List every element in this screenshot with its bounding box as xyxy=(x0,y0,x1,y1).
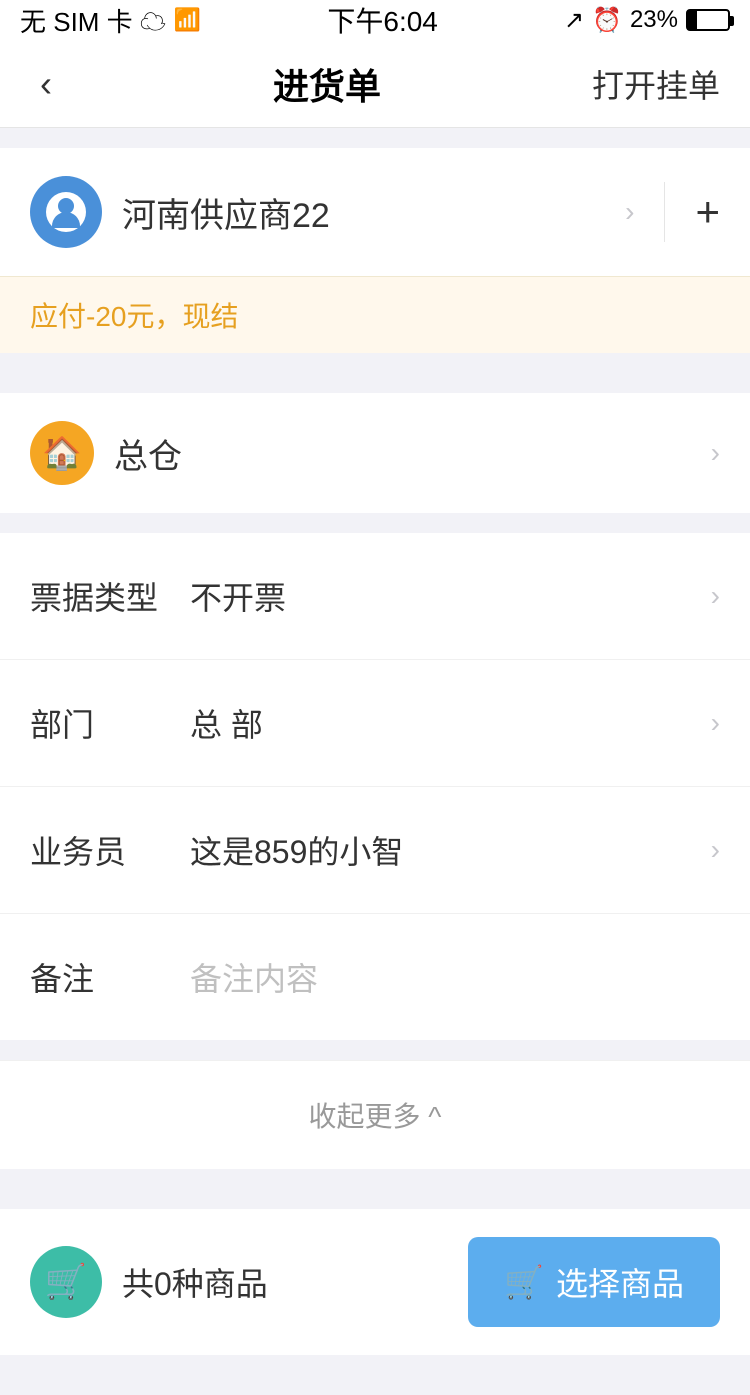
notice-bar: 应付-20元，现结 xyxy=(0,276,750,353)
section-gap-3 xyxy=(0,1169,750,1189)
supplier-section: 河南供应商22 › + 应付-20元，现结 xyxy=(0,148,750,353)
collapse-label: 收起更多 ^ xyxy=(309,1101,442,1132)
invoice-chevron-icon: › xyxy=(711,580,720,612)
warehouse-icon: 🏠 xyxy=(30,421,94,485)
supplier-name: 河南供应商22 xyxy=(122,188,625,237)
warehouse-chevron-icon: › xyxy=(711,437,720,469)
dept-row[interactable]: 部门 总 部 › xyxy=(0,660,750,787)
sim-label: 无 SIM 卡 ☁ xyxy=(20,2,166,39)
sales-chevron-icon: › xyxy=(711,834,720,866)
invoice-value: 不开票 xyxy=(190,573,711,619)
dept-value: 总 部 xyxy=(190,700,711,746)
remark-value[interactable]: 备注内容 xyxy=(190,954,720,1000)
status-time: 下午6:04 xyxy=(327,0,438,40)
bottom-bar: 🛒 共0种商品 🛒 选择商品 xyxy=(0,1209,750,1355)
supplier-row[interactable]: 河南供应商22 › + xyxy=(0,148,750,276)
form-section: 票据类型 不开票 › 部门 总 部 › 业务员 这是859的小智 › 备注 备注… xyxy=(0,533,750,1040)
dept-chevron-icon: › xyxy=(711,707,720,739)
battery-icon xyxy=(686,9,730,31)
nav-bar: ‹ 进货单 打开挂单 xyxy=(0,40,750,128)
house-icon: 🏠 xyxy=(42,434,82,472)
sales-label: 业务员 xyxy=(30,827,170,873)
status-left: 无 SIM 卡 ☁ 📶 xyxy=(20,2,201,39)
notice-text: 应付-20元，现结 xyxy=(30,301,238,332)
invoice-label: 票据类型 xyxy=(30,573,170,619)
select-btn-icon: 🛒 xyxy=(504,1263,544,1301)
supplier-divider xyxy=(664,182,665,242)
warehouse-name: 总仓 xyxy=(114,429,711,478)
add-supplier-button[interactable]: + xyxy=(695,188,720,236)
sales-value: 这是859的小智 xyxy=(190,827,711,873)
alarm-icon: ⏰ xyxy=(592,6,622,35)
warehouse-row[interactable]: 🏠 总仓 › xyxy=(0,393,750,513)
salesperson-row[interactable]: 业务员 这是859的小智 › xyxy=(0,787,750,914)
page-title: 进货单 xyxy=(273,58,381,110)
select-btn-label: 选择商品 xyxy=(556,1259,684,1305)
battery-label: 23% xyxy=(630,6,678,34)
avatar-icon xyxy=(46,192,86,232)
status-bar: 无 SIM 卡 ☁ 📶 下午6:04 ↗ ⏰ 23% xyxy=(0,0,750,40)
remark-label: 备注 xyxy=(30,954,170,1000)
product-icon-wrap: 🛒 xyxy=(30,1246,102,1318)
supplier-chevron-icon: › xyxy=(625,196,634,228)
product-cart-icon: 🛒 xyxy=(45,1262,87,1302)
section-gap-2 xyxy=(0,353,750,373)
back-button[interactable]: ‹ xyxy=(30,53,62,115)
select-product-button[interactable]: 🛒 选择商品 xyxy=(468,1237,720,1327)
dept-label: 部门 xyxy=(30,700,170,746)
section-gap-1 xyxy=(0,128,750,148)
location-icon: ↗ xyxy=(564,6,584,35)
open-pending-button[interactable]: 打开挂单 xyxy=(592,61,720,107)
product-count: 共0种商品 xyxy=(122,1259,448,1305)
collapse-button[interactable]: 收起更多 ^ xyxy=(0,1060,750,1169)
wifi-icon: 📶 xyxy=(174,7,201,33)
remark-row[interactable]: 备注 备注内容 xyxy=(0,914,750,1040)
status-right: ↗ ⏰ 23% xyxy=(564,6,730,35)
supplier-avatar xyxy=(30,176,102,248)
invoice-type-row[interactable]: 票据类型 不开票 › xyxy=(0,533,750,660)
